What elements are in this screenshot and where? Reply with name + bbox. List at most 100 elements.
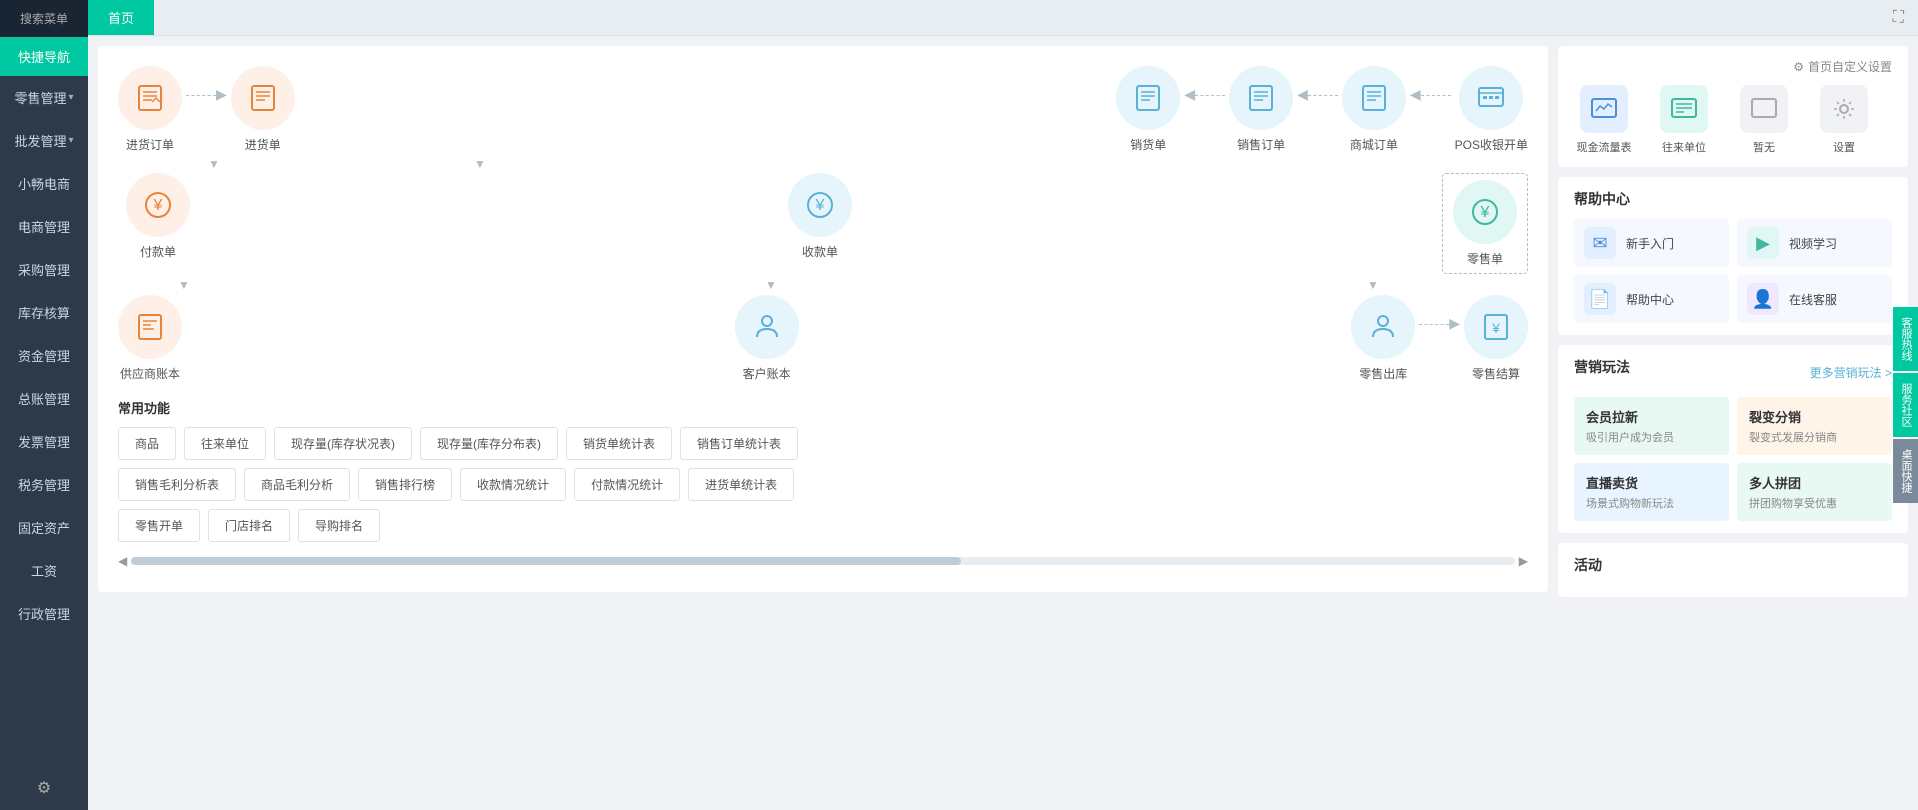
marketing-group-desc: 拼团购物享受优惠: [1749, 495, 1880, 511]
node-lingshouchu[interactable]: 零售出库: [1351, 295, 1415, 382]
quick-icon-none[interactable]: 暂无: [1734, 85, 1794, 155]
node-gongyingshang[interactable]: 供应商账本: [118, 295, 182, 382]
node-lingshou[interactable]: ¥ 零售单: [1453, 180, 1517, 267]
sidebar-item-payroll-label: 工资: [31, 561, 57, 580]
chevron-down-icon: ▾: [68, 135, 73, 146]
sidebar-search[interactable]: 搜索菜单: [0, 0, 88, 37]
marketing-grid: 会员拉新 吸引用户成为会员 裂变分销 裂变式发展分销商 直播卖货 场景式购物新玩…: [1574, 397, 1892, 521]
video-label: 视频学习: [1789, 235, 1837, 252]
main-area: 首页 ⛶ 进货订单: [88, 0, 1918, 810]
func-btn-sales-stat[interactable]: 销货单统计表: [566, 427, 672, 460]
help-item-helpcenter[interactable]: 📄 帮助中心: [1574, 275, 1729, 323]
none-label: 暂无: [1753, 139, 1775, 155]
float-buttons: 客服热线 服务社区 桌面快捷: [1893, 307, 1918, 503]
func-btn-stock2[interactable]: 现存量(库存分布表): [420, 427, 558, 460]
settings-quick-label: 设置: [1833, 139, 1855, 155]
func-btn-gross1[interactable]: 销售毛利分析表: [118, 468, 236, 501]
sidebar-item-tax[interactable]: 税务管理: [0, 463, 88, 506]
marketing-header: 营销玩法 更多营销玩法 >: [1574, 357, 1892, 387]
quick-icon-settings[interactable]: 设置: [1814, 85, 1874, 155]
marketing-live[interactable]: 直播卖货 场景式购物新玩法: [1574, 463, 1729, 521]
scroll-track[interactable]: [131, 557, 1515, 565]
scroll-left-arrow[interactable]: ◀: [118, 554, 127, 568]
horizontal-scrollbar[interactable]: ◀ ▶: [118, 550, 1528, 572]
func-btn-partners[interactable]: 往来单位: [184, 427, 266, 460]
sidebar-item-invoice-label: 发票管理: [18, 432, 70, 451]
marketing-member[interactable]: 会员拉新 吸引用户成为会员: [1574, 397, 1729, 455]
func-btn-receipt-stat[interactable]: 收款情况统计: [460, 468, 566, 501]
func-btn-gross2[interactable]: 商品毛利分析: [244, 468, 350, 501]
node-xiaoshou-dingdan[interactable]: 销售订单: [1229, 66, 1293, 153]
node-kehu[interactable]: 客户账本: [735, 295, 799, 382]
sidebar-item-ecom-mgmt[interactable]: 电商管理: [0, 205, 88, 248]
sidebar-item-retail[interactable]: 零售管理 ▾: [0, 76, 88, 119]
float-btn-desktop[interactable]: 桌面快捷: [1893, 439, 1918, 503]
sidebar-item-wholesale[interactable]: 批发管理 ▾: [0, 119, 88, 162]
lingshougjs-label: 零售结算: [1472, 365, 1520, 382]
svg-text:¥: ¥: [1480, 204, 1490, 221]
sidebar-item-inventory[interactable]: 库存核算: [0, 291, 88, 334]
fukuandan-icon: ¥: [126, 173, 190, 237]
sidebar-item-invoice[interactable]: 发票管理: [0, 420, 88, 463]
node-jinhuoddun[interactable]: 进货订单: [118, 66, 182, 153]
func-btn-purchase-stat[interactable]: 进货单统计表: [688, 468, 794, 501]
float-btn-community[interactable]: 服务社区: [1893, 373, 1918, 437]
float-btn-service[interactable]: 客服热线: [1893, 307, 1918, 371]
fullscreen-icon[interactable]: ⛶: [1889, 5, 1908, 31]
node-xiaohuo[interactable]: 销货单: [1116, 66, 1180, 153]
tab-bar: 首页 ⛶: [88, 0, 1918, 36]
sidebar-item-purchase[interactable]: 采购管理: [0, 248, 88, 291]
func-btn-stock1[interactable]: 现存量(库存状况表): [274, 427, 412, 460]
shoukuandan-icon: ¥: [788, 173, 852, 237]
custom-settings-link[interactable]: ⚙ 首页自定义设置: [1793, 58, 1892, 75]
node-fukuan[interactable]: ¥ 付款单: [118, 173, 198, 260]
sidebar-item-admin[interactable]: 行政管理: [0, 592, 88, 635]
node-lingshoupanel: ¥ 零售单: [1442, 173, 1528, 274]
video-icon: ▶: [1747, 227, 1779, 259]
sidebar-item-ecom-small[interactable]: 小畅电商: [0, 162, 88, 205]
tab-home-label: 首页: [108, 8, 134, 27]
sidebar-item-ecom-mgmt-label: 电商管理: [18, 217, 70, 236]
func-btn-retail-order[interactable]: 零售开单: [118, 509, 200, 542]
func-btn-goods[interactable]: 商品: [118, 427, 176, 460]
func-btn-guide-rank[interactable]: 导购排名: [298, 509, 380, 542]
common-funcs: 常用功能 商品 往来单位 现存量(库存状况表) 现存量(库存分布表) 销货单统计…: [118, 398, 1528, 542]
node-lingshoujs[interactable]: ¥ 零售结算: [1464, 295, 1528, 382]
help-item-video[interactable]: ▶ 视频学习: [1737, 219, 1892, 267]
cashflow-label: 现金流量表: [1577, 139, 1632, 155]
marketing-fission[interactable]: 裂变分销 裂变式发展分销商: [1737, 397, 1892, 455]
node-shoukuan[interactable]: ¥ 收款单: [788, 173, 852, 260]
sidebar-item-finance[interactable]: 资金管理: [0, 334, 88, 377]
func-btn-store-rank[interactable]: 门店排名: [208, 509, 290, 542]
help-item-service[interactable]: 👤 在线客服: [1737, 275, 1892, 323]
svg-text:¥: ¥: [1491, 320, 1500, 336]
func-row-3: 零售开单 门店排名 导购排名: [118, 509, 1528, 542]
quick-icon-partners[interactable]: 往来单位: [1654, 85, 1714, 155]
sidebar-quicknav[interactable]: 快捷导航: [0, 37, 88, 76]
sidebar-item-payroll[interactable]: 工资: [0, 549, 88, 592]
more-marketing-link[interactable]: 更多营销玩法 >: [1810, 364, 1892, 381]
func-btn-rank[interactable]: 销售排行榜: [358, 468, 452, 501]
node-shangcheng[interactable]: 商城订单: [1342, 66, 1406, 153]
quick-access-card: ⚙ 首页自定义设置 现金流量表 往来单位: [1558, 46, 1908, 167]
marketing-group[interactable]: 多人拼团 拼团购物享受优惠: [1737, 463, 1892, 521]
gongyingshangzb-label: 供应商账本: [120, 365, 180, 382]
sidebar: 搜索菜单 快捷导航 零售管理 ▾ 批发管理 ▾ 小畅电商 电商管理 采购管理 库…: [0, 0, 88, 810]
settings-icon[interactable]: ⚙: [0, 766, 88, 810]
sidebar-item-ecom-small-label: 小畅电商: [18, 174, 70, 193]
func-btn-order-stat[interactable]: 销售订单统计表: [680, 427, 798, 460]
help-item-beginner[interactable]: ✉ 新手入门: [1574, 219, 1729, 267]
lingshouchuk-icon: [1351, 295, 1415, 359]
cashflow-icon: [1580, 85, 1628, 133]
node-pos[interactable]: POS收银开单: [1455, 66, 1528, 153]
quicknav-label: 快捷导航: [18, 50, 70, 65]
tab-home[interactable]: 首页: [88, 0, 154, 35]
func-btn-payment-stat[interactable]: 付款情况统计: [574, 468, 680, 501]
node-jinhuo[interactable]: 进货单: [231, 66, 295, 153]
sidebar-item-assets[interactable]: 固定资产: [0, 506, 88, 549]
fukuandan-label: 付款单: [140, 243, 176, 260]
sidebar-item-ledger[interactable]: 总账管理: [0, 377, 88, 420]
scroll-right-arrow[interactable]: ▶: [1519, 554, 1528, 568]
quick-icon-cashflow[interactable]: 现金流量表: [1574, 85, 1634, 155]
jinhuodingdan-label: 进货订单: [126, 136, 174, 153]
